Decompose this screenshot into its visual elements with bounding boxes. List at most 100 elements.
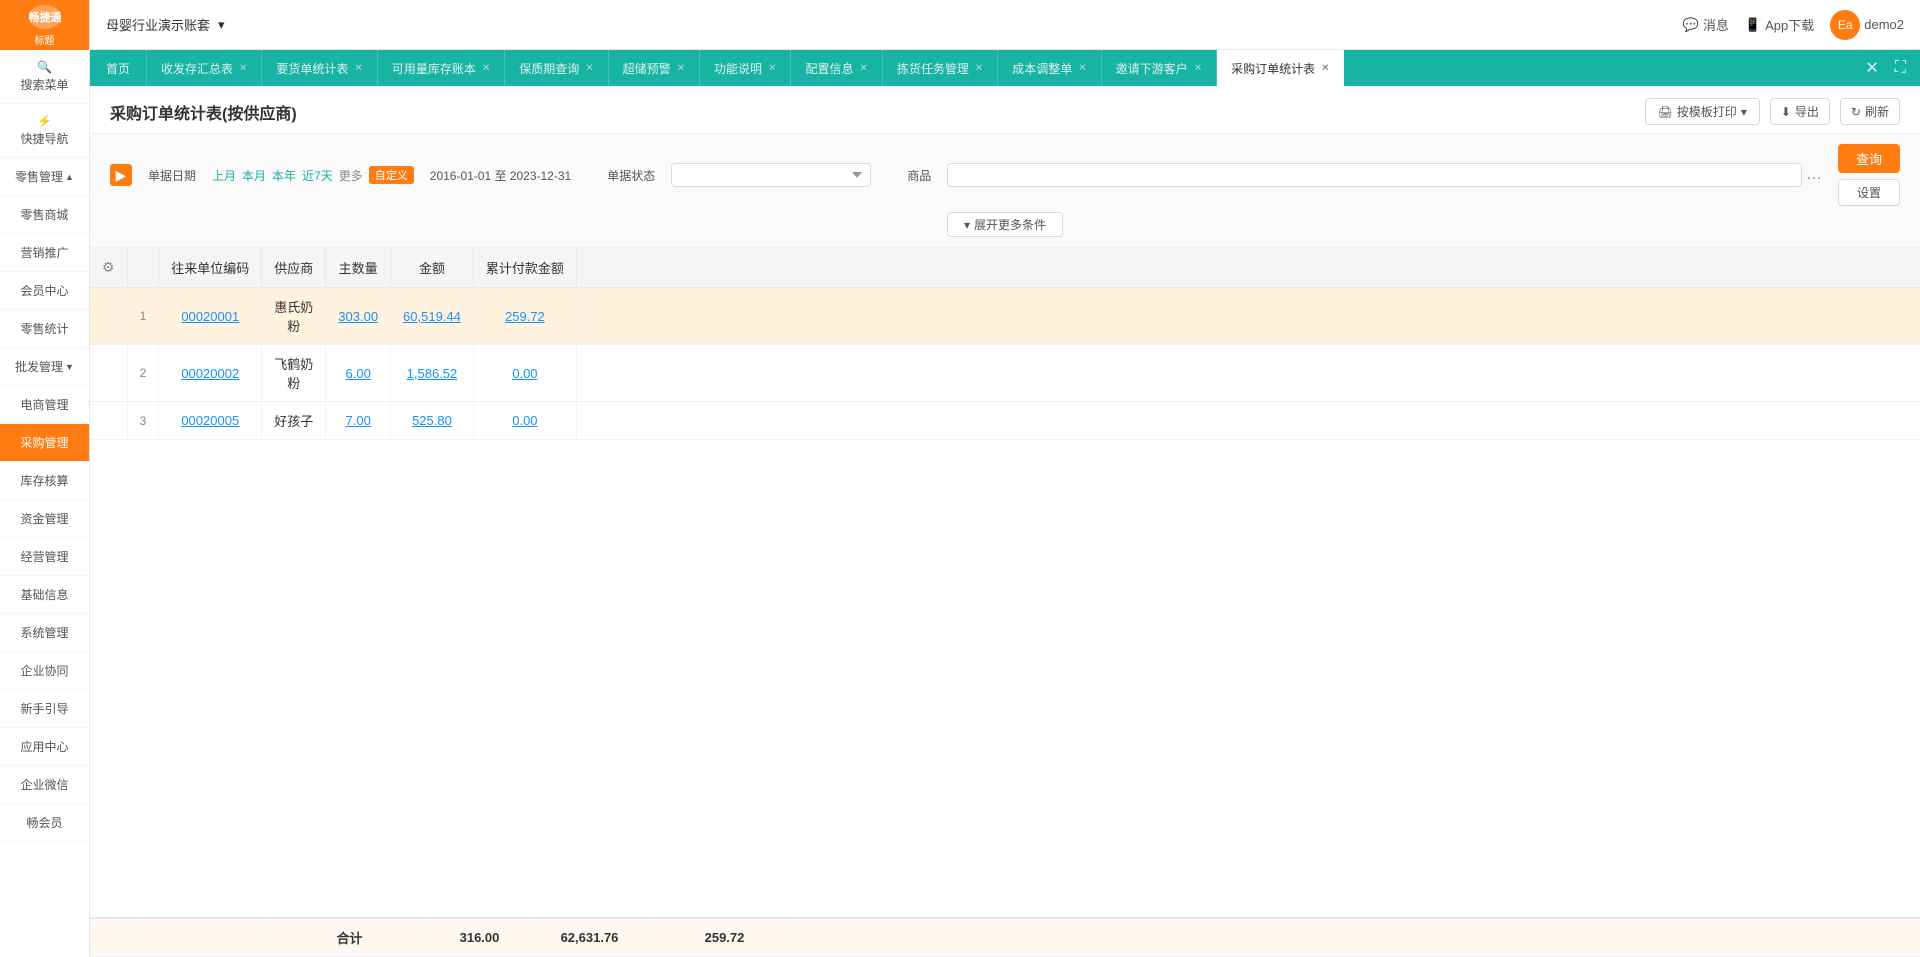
shortcut-more[interactable]: 更多 <box>339 167 363 184</box>
sidebar-item-retail[interactable]: 零售管理▲ <box>0 158 89 196</box>
status-filter-select[interactable] <box>671 163 871 187</box>
sidebar-item-member2[interactable]: 畅会员 <box>0 804 89 842</box>
refresh-icon: ↻ <box>1851 105 1861 119</box>
print-button[interactable]: 🖨 按模板打印 ▾ <box>1645 98 1760 125</box>
code-link[interactable]: 00020002 <box>181 366 239 381</box>
phone-icon: 📱 <box>1745 17 1761 33</box>
sidebar-item-member[interactable]: 会员中心 <box>0 272 89 310</box>
tab-close-icon[interactable]: ✕ <box>482 63 490 74</box>
sidebar-item-app-center[interactable]: 应用中心 <box>0 728 89 766</box>
code-link[interactable]: 00020005 <box>181 413 239 428</box>
row-supplier: 惠氏奶粉 <box>262 288 326 345</box>
sidebar-item-ecommerce[interactable]: 电商管理 <box>0 386 89 424</box>
sidebar-item-label: 会员中心 <box>20 282 68 299</box>
qty-link[interactable]: 6.00 <box>346 366 371 381</box>
amount-link[interactable]: 525.80 <box>412 413 452 428</box>
tab-purchase-summary[interactable]: 采购订单统计表 ✕ <box>1217 50 1344 86</box>
paid-link[interactable]: 0.00 <box>512 366 537 381</box>
shortcut-this-year[interactable]: 本年 <box>272 167 296 184</box>
tab-label: 功能说明 <box>714 60 762 77</box>
close-tab-button[interactable]: ✕ <box>1859 56 1884 80</box>
tab-close-icon[interactable]: ✕ <box>354 63 362 74</box>
code-link[interactable]: 00020001 <box>181 309 239 324</box>
tab-close-icon[interactable]: ✕ <box>239 63 247 74</box>
tab-close-icon[interactable]: ✕ <box>677 63 685 74</box>
tab-invite-downstream[interactable]: 邀请下游客户 ✕ <box>1102 50 1217 86</box>
tab-label: 可用量库存账本 <box>392 60 476 77</box>
dropdown-icon: ▾ <box>218 17 225 33</box>
sidebar-item-label: 零售商城 <box>20 206 68 223</box>
user-menu[interactable]: Ea demo2 <box>1830 10 1904 40</box>
tab-pick-task[interactable]: 拣货任务管理 ✕ <box>883 50 998 86</box>
tab-close-icon[interactable]: ✕ <box>1078 63 1086 74</box>
sidebar-item-sys-mgmt[interactable]: 系统管理 <box>0 614 89 652</box>
export-button[interactable]: ⬇ 导出 <box>1770 98 1830 125</box>
qty-link[interactable]: 7.00 <box>346 413 371 428</box>
col-amount: 金额 <box>391 248 474 288</box>
workspace-selector[interactable]: 母婴行业演示账套 ▾ <box>106 15 225 34</box>
sidebar-item-purchase[interactable]: 采购管理 <box>0 424 89 462</box>
sidebar-item-quick-nav[interactable]: ⚡ 快捷导航 <box>0 104 89 158</box>
expand-more-button[interactable]: ▾ 展开更多条件 <box>947 212 1063 237</box>
tab-close-icon[interactable]: ✕ <box>768 63 776 74</box>
sidebar-item-basic-info[interactable]: 基础信息 <box>0 576 89 614</box>
settings-button[interactable]: 设置 <box>1838 179 1900 206</box>
tab-overstock-warning[interactable]: 超储预警 ✕ <box>609 50 700 86</box>
shortcut-last-month[interactable]: 上月 <box>212 167 236 184</box>
col-seq <box>127 248 159 288</box>
sidebar-item-newbie[interactable]: 新手引导 <box>0 690 89 728</box>
tab-close-icon[interactable]: ✕ <box>1194 63 1202 74</box>
sidebar-item-operations[interactable]: 经营管理 <box>0 538 89 576</box>
tab-close-icon[interactable]: ✕ <box>859 63 867 74</box>
message-button[interactable]: 💬 消息 <box>1683 15 1729 34</box>
shortcut-this-month[interactable]: 本月 <box>242 167 266 184</box>
shortcut-7days[interactable]: 近7天 <box>302 167 333 184</box>
sidebar-item-inventory[interactable]: 库存核算 <box>0 462 89 500</box>
tab-function-desc[interactable]: 功能说明 ✕ <box>700 50 791 86</box>
sidebar-item-enterprise[interactable]: 企业协同 <box>0 652 89 690</box>
refresh-button[interactable]: ↻ 刷新 <box>1840 98 1900 125</box>
sidebar-item-search[interactable]: 🔍 搜索菜单 <box>0 50 89 104</box>
tab-order-summary[interactable]: 要货单统计表 ✕ <box>262 50 377 86</box>
paid-link[interactable]: 259.72 <box>505 309 545 324</box>
sidebar-item-label: 畅会员 <box>26 814 62 831</box>
tab-config-info[interactable]: 配置信息 ✕ <box>791 50 882 86</box>
row-qty: 6.00 <box>326 345 391 402</box>
gear-icon[interactable]: ⚙ <box>102 259 115 275</box>
maximize-button[interactable]: ⛶ <box>1889 57 1912 79</box>
tab-shelf-life[interactable]: 保质期查询 ✕ <box>505 50 608 86</box>
tab-close-icon[interactable]: ✕ <box>975 63 983 74</box>
sidebar-item-finance[interactable]: 资金管理 <box>0 500 89 538</box>
tab-close-icon[interactable]: ✕ <box>585 63 593 74</box>
table-area: ⚙ 往来单位编码 供应商 主数量 金额 累计付款金额 1 <box>90 248 1920 917</box>
tab-home[interactable]: 首页 <box>90 50 147 86</box>
row-paid: 0.00 <box>473 345 576 402</box>
sidebar-item-retail-stats[interactable]: 零售统计 <box>0 310 89 348</box>
tab-available-stock[interactable]: 可用量库存账本 ✕ <box>378 50 505 86</box>
col-settings[interactable]: ⚙ <box>90 248 127 288</box>
tab-receive-summary[interactable]: 收发存汇总表 ✕ <box>147 50 262 86</box>
sidebar-item-wholesale[interactable]: 批发管理▼ <box>0 348 89 386</box>
table-row: 2 00020002 飞鹤奶粉 6.00 1,586.52 0.00 <box>90 345 1920 402</box>
sidebar-item-label: 采购管理 <box>20 434 68 451</box>
amount-link[interactable]: 60,519.44 <box>403 309 461 324</box>
tab-cost-adjust[interactable]: 成本调整单 ✕ <box>998 50 1101 86</box>
tab-close-icon[interactable]: ✕ <box>1321 63 1329 74</box>
goods-filter-input[interactable] <box>947 163 1802 187</box>
sidebar-item-enterprise-wx[interactable]: 企业微信 <box>0 766 89 804</box>
app-download-button[interactable]: 📱 App下载 <box>1745 15 1814 34</box>
amount-link[interactable]: 1,586.52 <box>407 366 458 381</box>
tab-label: 要货单统计表 <box>276 60 348 77</box>
qty-link[interactable]: 303.00 <box>338 309 378 324</box>
filter-toggle-button[interactable]: ▶ <box>110 164 132 186</box>
app-logo[interactable]: 畅捷通 标题 <box>0 0 89 50</box>
sidebar-item-label: 资金管理 <box>20 510 68 527</box>
sidebar-item-label: 搜索菜单 <box>20 76 68 93</box>
sidebar-item-marketing[interactable]: 营销推广 <box>0 234 89 272</box>
goods-more-icon[interactable]: … <box>1806 166 1822 184</box>
sidebar-item-retail-mall[interactable]: 零售商城 <box>0 196 89 234</box>
paid-link[interactable]: 0.00 <box>512 413 537 428</box>
custom-date-badge[interactable]: 自定义 <box>369 166 414 184</box>
tab-label: 超储预警 <box>623 60 671 77</box>
query-button[interactable]: 查询 <box>1838 144 1900 173</box>
